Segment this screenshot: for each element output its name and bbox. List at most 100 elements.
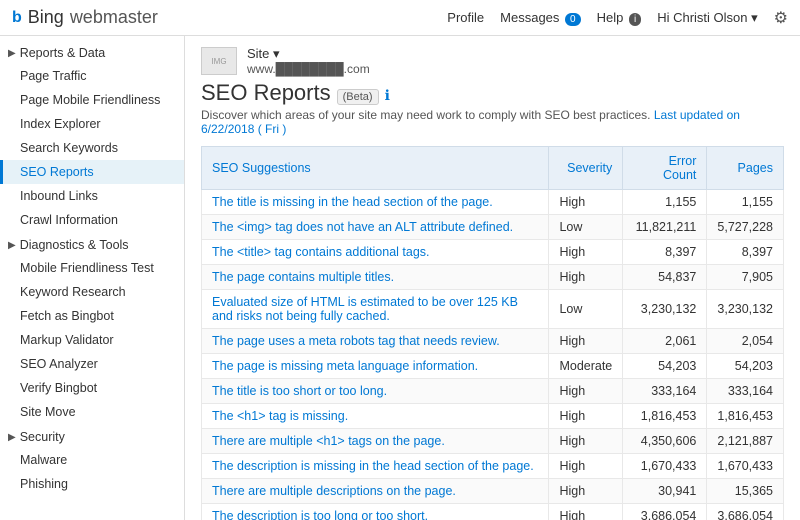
- col-pages: Pages: [707, 147, 784, 190]
- pages-cell: 8,397: [707, 240, 784, 265]
- user-menu[interactable]: Hi Christi Olson ▾: [657, 10, 757, 26]
- suggestion-link[interactable]: There are multiple descriptions on the p…: [212, 484, 456, 498]
- severity-cell: High: [549, 479, 623, 504]
- error-count-cell: 11,821,211: [623, 215, 707, 240]
- suggestion-link[interactable]: The description is missing in the head s…: [212, 459, 534, 473]
- severity-cell: High: [549, 379, 623, 404]
- profile-link[interactable]: Profile: [447, 10, 484, 25]
- pages-cell: 333,164: [707, 379, 784, 404]
- table-body: The title is missing in the head section…: [202, 190, 784, 520]
- error-count-cell: 2,061: [623, 329, 707, 354]
- sidebar-item-verify-bingbot[interactable]: Verify Bingbot: [0, 376, 184, 400]
- suggestion-link[interactable]: The <title> tag contains additional tags…: [212, 245, 430, 259]
- beta-badge: (Beta): [337, 89, 379, 105]
- suggestion-link[interactable]: The <h1> tag is missing.: [212, 409, 348, 423]
- suggestion-link[interactable]: The page uses a meta robots tag that nee…: [212, 334, 500, 348]
- error-count-cell: 3,686,054: [623, 504, 707, 520]
- severity-cell: High: [549, 190, 623, 215]
- pages-cell: 15,365: [707, 479, 784, 504]
- sidebar-item-malware[interactable]: Malware: [0, 448, 184, 472]
- main-content: IMG Site ▾ www.████████.com SEO Reports …: [185, 36, 800, 520]
- logo-bing-text: Bing: [28, 7, 64, 28]
- sidebar-item-index-explorer[interactable]: Index Explorer: [0, 112, 184, 136]
- suggestion-link[interactable]: There are multiple <h1> tags on the page…: [212, 434, 445, 448]
- severity-cell: High: [549, 504, 623, 520]
- page-title-row: SEO Reports (Beta) ℹ: [201, 80, 784, 106]
- main-layout: ▶ Reports & DataPage TrafficPage Mobile …: [0, 36, 800, 520]
- table-row: The description is too long or too short…: [202, 504, 784, 520]
- severity-cell: High: [549, 329, 623, 354]
- pages-cell: 3,230,132: [707, 290, 784, 329]
- sidebar-item-crawl-information[interactable]: Crawl Information: [0, 208, 184, 232]
- sidebar-item-search-keywords[interactable]: Search Keywords: [0, 136, 184, 160]
- sidebar-item-page-traffic[interactable]: Page Traffic: [0, 64, 184, 88]
- site-name-row[interactable]: Site ▾: [247, 46, 370, 62]
- severity-cell: High: [549, 240, 623, 265]
- pages-cell: 1,670,433: [707, 454, 784, 479]
- pages-cell: 5,727,228: [707, 215, 784, 240]
- sidebar-item-phishing[interactable]: Phishing: [0, 472, 184, 496]
- sidebar-section-1[interactable]: ▶ Diagnostics & Tools: [0, 232, 184, 256]
- sidebar-item-page-mobile-friendliness[interactable]: Page Mobile Friendliness: [0, 88, 184, 112]
- col-severity: Severity: [549, 147, 623, 190]
- table-header: SEO Suggestions Severity Error Count Pag…: [202, 147, 784, 190]
- messages-link[interactable]: Messages 0: [500, 10, 580, 25]
- site-info: IMG Site ▾ www.████████.com: [201, 46, 784, 76]
- col-error-count: Error Count: [623, 147, 707, 190]
- sidebar-item-markup-validator[interactable]: Markup Validator: [0, 328, 184, 352]
- header: b Bing webmaster Profile Messages 0 Help…: [0, 0, 800, 36]
- table-row: The title is missing in the head section…: [202, 190, 784, 215]
- logo: b Bing webmaster: [12, 7, 158, 28]
- site-label: Site: [247, 46, 269, 61]
- error-count-cell: 333,164: [623, 379, 707, 404]
- severity-cell: Moderate: [549, 354, 623, 379]
- pages-cell: 1,155: [707, 190, 784, 215]
- messages-badge: 0: [565, 13, 581, 26]
- table-row: There are multiple descriptions on the p…: [202, 479, 784, 504]
- pages-cell: 54,203: [707, 354, 784, 379]
- header-nav: Profile Messages 0 Help i Hi Christi Ols…: [447, 8, 788, 28]
- sidebar-item-site-move[interactable]: Site Move: [0, 400, 184, 424]
- table-row: The page is missing meta language inform…: [202, 354, 784, 379]
- sidebar-section-2[interactable]: ▶ Security: [0, 424, 184, 448]
- table-row: Evaluated size of HTML is estimated to b…: [202, 290, 784, 329]
- suggestion-link[interactable]: The page is missing meta language inform…: [212, 359, 478, 373]
- sidebar-item-seo-analyzer[interactable]: SEO Analyzer: [0, 352, 184, 376]
- info-icon[interactable]: ℹ: [385, 87, 390, 104]
- error-count-cell: 30,941: [623, 479, 707, 504]
- sidebar-item-keyword-research[interactable]: Keyword Research: [0, 280, 184, 304]
- error-count-cell: 4,350,606: [623, 429, 707, 454]
- sidebar-section-0[interactable]: ▶ Reports & Data: [0, 40, 184, 64]
- suggestion-link[interactable]: The title is missing in the head section…: [212, 195, 493, 209]
- suggestion-link[interactable]: The page contains multiple titles.: [212, 270, 394, 284]
- sidebar-item-fetch-as-bingbot[interactable]: Fetch as Bingbot: [0, 304, 184, 328]
- severity-cell: Low: [549, 290, 623, 329]
- sidebar-item-mobile-friendliness-test[interactable]: Mobile Friendliness Test: [0, 256, 184, 280]
- table-row: The <title> tag contains additional tags…: [202, 240, 784, 265]
- col-suggestion: SEO Suggestions: [202, 147, 549, 190]
- help-badge: i: [629, 13, 641, 26]
- severity-cell: High: [549, 454, 623, 479]
- pages-cell: 1,816,453: [707, 404, 784, 429]
- help-link[interactable]: Help i: [597, 10, 642, 25]
- pages-cell: 3,686,054: [707, 504, 784, 520]
- table-row: The page contains multiple titles.High54…: [202, 265, 784, 290]
- site-dropdown-arrow: ▾: [273, 46, 280, 61]
- suggestion-link[interactable]: The <img> tag does not have an ALT attri…: [212, 220, 513, 234]
- severity-cell: High: [549, 429, 623, 454]
- suggestion-link[interactable]: The title is too short or too long.: [212, 384, 387, 398]
- subtitle: Discover which areas of your site may ne…: [201, 108, 784, 136]
- gear-icon[interactable]: ⚙: [774, 8, 788, 28]
- sidebar: ▶ Reports & DataPage TrafficPage Mobile …: [0, 36, 185, 520]
- table-row: The <img> tag does not have an ALT attri…: [202, 215, 784, 240]
- suggestion-link[interactable]: The description is too long or too short…: [212, 509, 428, 520]
- suggestion-link[interactable]: Evaluated size of HTML is estimated to b…: [212, 295, 518, 323]
- table-row: The page uses a meta robots tag that nee…: [202, 329, 784, 354]
- severity-cell: Low: [549, 215, 623, 240]
- caret-icon: ▶: [8, 432, 16, 443]
- error-count-cell: 54,837: [623, 265, 707, 290]
- sidebar-item-inbound-links[interactable]: Inbound Links: [0, 184, 184, 208]
- sidebar-item-seo-reports[interactable]: SEO Reports: [0, 160, 184, 184]
- error-count-cell: 1,155: [623, 190, 707, 215]
- caret-icon: ▶: [8, 48, 16, 59]
